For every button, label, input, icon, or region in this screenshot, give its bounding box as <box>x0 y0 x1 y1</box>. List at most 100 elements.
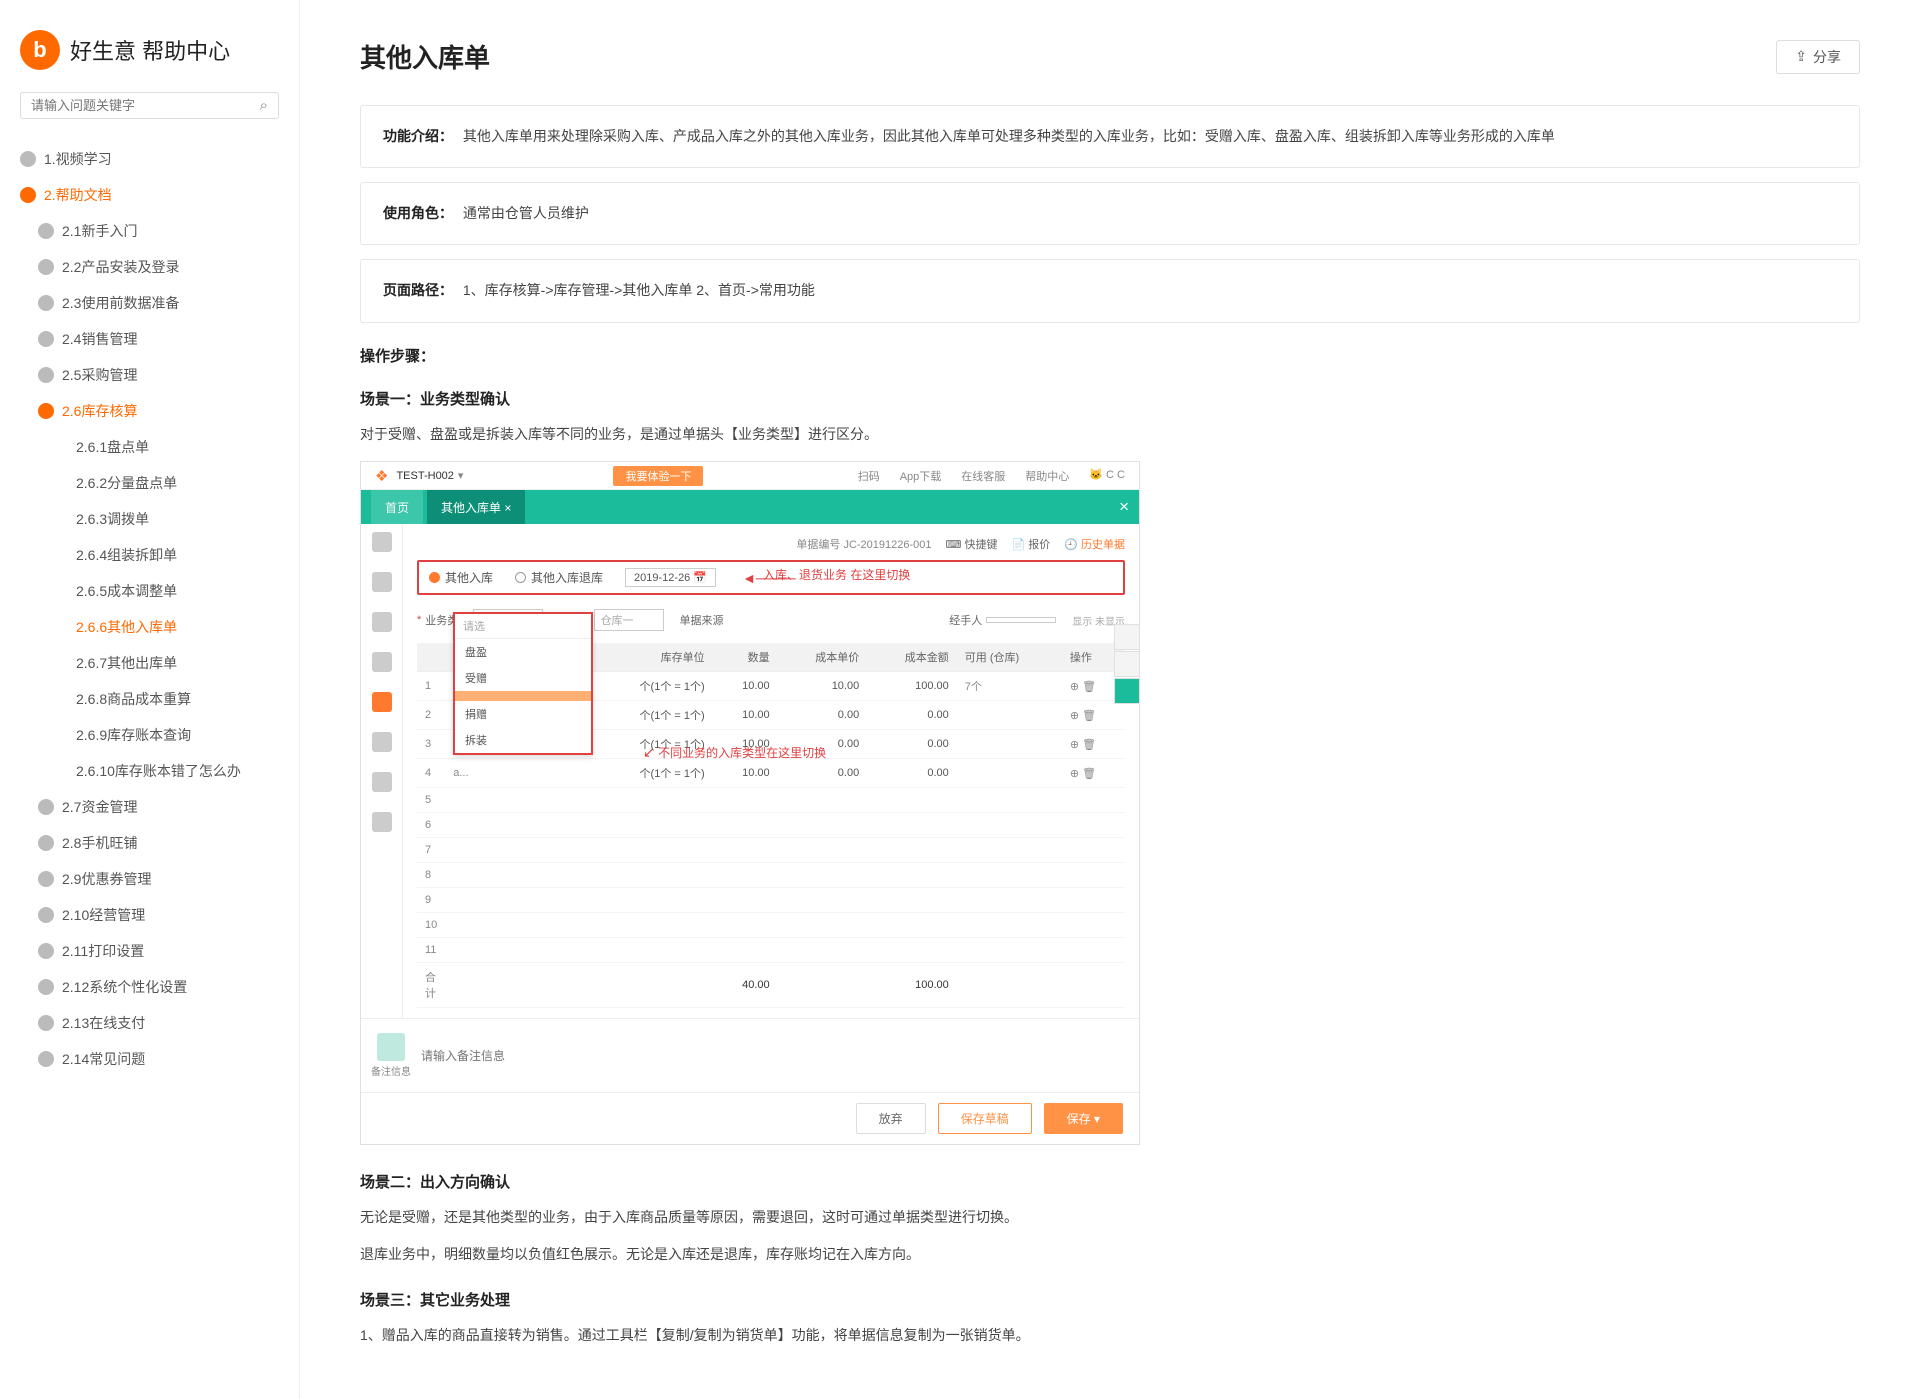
steps-heading: 操作步骤： <box>360 345 1860 366</box>
fig-discard-button[interactable]: 放弃 <box>856 1103 926 1134</box>
fig-logo-icon: ❖ <box>375 467 388 485</box>
logo[interactable]: b 好生意 帮助中心 <box>20 30 279 70</box>
dd-head: 请选 <box>455 614 591 639</box>
fig-trial-button[interactable]: 我要体验一下 <box>613 466 703 486</box>
float-icon-3[interactable] <box>1114 678 1140 704</box>
table-row[interactable]: 10 <box>417 913 1125 938</box>
plus-icon <box>38 943 54 959</box>
nav-2-2[interactable]: 2.2产品安装及登录 <box>20 249 279 285</box>
fig-tab-current[interactable]: 其他入库单 × <box>427 490 525 525</box>
rail-icon-active[interactable] <box>372 692 392 712</box>
rail-icon-8[interactable] <box>372 812 392 832</box>
nav-2-4[interactable]: 2.4销售管理 <box>20 321 279 357</box>
nav-2-6-2[interactable]: 2.6.2分量盘点单 <box>20 465 279 501</box>
search-input[interactable] <box>31 98 260 113</box>
rail-icon-4[interactable] <box>372 652 392 672</box>
fig-note-input[interactable] <box>421 1049 1129 1063</box>
fig-person-select[interactable] <box>986 617 1056 623</box>
nav-2-8[interactable]: 2.8手机旺铺 <box>20 825 279 861</box>
scene3-heading: 场景三：其它业务处理 <box>360 1289 1860 1310</box>
fig-top-help[interactable]: 帮助中心 <box>1025 468 1069 484</box>
plus-icon <box>38 979 54 995</box>
table-row[interactable]: 5 <box>417 788 1125 813</box>
search-icon[interactable]: ⌕ <box>260 97 268 114</box>
nav-2-7[interactable]: 2.7资金管理 <box>20 789 279 825</box>
nav-2-6-8[interactable]: 2.6.8商品成本重算 <box>20 681 279 717</box>
minus-icon <box>38 403 54 419</box>
fig-tab-home[interactable]: 首页 <box>371 490 423 525</box>
nav-2-6-4[interactable]: 2.6.4组装拆卸单 <box>20 537 279 573</box>
table-row[interactable]: 11 <box>417 938 1125 963</box>
dd-opt-5[interactable]: 拆装 <box>455 727 591 753</box>
nav-helpdocs[interactable]: 2.帮助文档 <box>20 177 279 213</box>
fig-shortcut-link[interactable]: ⌨ 快捷键 <box>946 536 998 552</box>
scene1-text: 对于受赠、盘盈或是拆装入库等不同的业务，是通过单据头【业务类型】进行区分。 <box>360 421 1860 448</box>
dd-opt-3[interactable] <box>455 691 591 701</box>
dd-opt-4[interactable]: 捐赠 <box>455 701 591 727</box>
note-icon <box>377 1033 405 1061</box>
nav-2-6[interactable]: 2.6库存核算 <box>20 393 279 429</box>
nav-2-6-3[interactable]: 2.6.3调拨单 <box>20 501 279 537</box>
fig-draft-button[interactable]: 保存草稿 <box>938 1103 1032 1134</box>
table-row[interactable]: 4a...个(1个 = 1个)10.000.000.00⊕ 🗑 <box>417 759 1125 788</box>
rail-icon-3[interactable] <box>372 612 392 632</box>
plus-icon <box>38 1051 54 1067</box>
float-icon-1[interactable] <box>1114 624 1140 650</box>
nav-2-6-9[interactable]: 2.6.9库存账本查询 <box>20 717 279 753</box>
fig-top-scan[interactable]: 扫码 <box>858 468 880 484</box>
nav-2-6-1[interactable]: 2.6.1盘点单 <box>20 429 279 465</box>
rail-icon-2[interactable] <box>372 572 392 592</box>
sidebar: b 好生意 帮助中心 ⌕ 1.视频学习 2.帮助文档 2.1新手入门 2.2产品… <box>0 0 300 1399</box>
nav-videos[interactable]: 1.视频学习 <box>20 141 279 177</box>
path-label: 页面路径： <box>383 282 453 298</box>
fig-store-select[interactable]: 仓库一 <box>594 609 664 631</box>
nav-2-11[interactable]: 2.11打印设置 <box>20 933 279 969</box>
nav-2-12[interactable]: 2.12系统个性化设置 <box>20 969 279 1005</box>
fig-dropdown-icon: ▾ <box>458 469 464 482</box>
fig-date-input[interactable]: 2019-12-26 📅 <box>625 568 716 587</box>
rail-icon-7[interactable] <box>372 772 392 792</box>
plus-icon <box>38 331 54 347</box>
fig-radio-in[interactable]: 其他入库 <box>429 569 493 586</box>
nav-2-6-7[interactable]: 2.6.7其他出库单 <box>20 645 279 681</box>
dd-opt-1[interactable]: 盘盈 <box>455 639 591 665</box>
plus-icon <box>38 223 54 239</box>
table-row[interactable]: 9 <box>417 888 1125 913</box>
rail-icon-1[interactable] <box>372 532 392 552</box>
search-box[interactable]: ⌕ <box>20 92 279 119</box>
nav-2-13[interactable]: 2.13在线支付 <box>20 1005 279 1041</box>
scene3-p1: 1、赠品入库的商品直接转为销售。通过工具栏【复制/复制为销货单】功能，将单据信息… <box>360 1322 1860 1349</box>
fig-account: TEST-H002 <box>396 470 453 482</box>
fig-close-icon[interactable]: × <box>1119 497 1129 517</box>
fig-quote-link[interactable]: 📄 报价 <box>1011 536 1050 552</box>
nav-2-6-10[interactable]: 2.6.10库存账本错了怎么办 <box>20 753 279 789</box>
nav-2-5[interactable]: 2.5采购管理 <box>20 357 279 393</box>
scene1-heading: 场景一：业务类型确认 <box>360 388 1860 409</box>
nav-2-10[interactable]: 2.10经营管理 <box>20 897 279 933</box>
rail-icon-6[interactable] <box>372 732 392 752</box>
share-button[interactable]: ⇪ 分享 <box>1776 40 1860 74</box>
nav-2-14[interactable]: 2.14常见问题 <box>20 1041 279 1077</box>
site-title: 好生意 帮助中心 <box>70 34 230 66</box>
page-title: 其他入库单 <box>360 38 490 75</box>
fig-biztype-dropdown: 请选 盘盈 受赠 捐赠 拆装 <box>453 612 593 755</box>
table-row[interactable]: 8 <box>417 863 1125 888</box>
nav-2-3[interactable]: 2.3使用前数据准备 <box>20 285 279 321</box>
nav-2-9[interactable]: 2.9优惠券管理 <box>20 861 279 897</box>
logo-icon: b <box>20 30 60 70</box>
fig-radio-return[interactable]: 其他入库退库 <box>515 569 603 586</box>
intro-text: 其他入库单用来处理除采购入库、产成品入库之外的其他入库业务，因此其他入库单可处理… <box>463 128 1555 144</box>
float-icon-2[interactable] <box>1114 651 1140 677</box>
nav-2-1[interactable]: 2.1新手入门 <box>20 213 279 249</box>
nav-2-6-5[interactable]: 2.6.5成本调整单 <box>20 573 279 609</box>
dd-opt-2[interactable]: 受赠 <box>455 665 591 691</box>
table-row[interactable]: 7 <box>417 838 1125 863</box>
fig-save-button[interactable]: 保存 ▾ <box>1044 1103 1123 1134</box>
nav-2-6-6-current[interactable]: 2.6.6其他入库单 <box>20 609 279 645</box>
table-row[interactable]: 6 <box>417 813 1125 838</box>
role-text: 通常由仓管人员维护 <box>463 205 589 221</box>
fig-top-chat[interactable]: 在线客服 <box>961 468 1005 484</box>
fig-history-link[interactable]: 🕘 历史单据 <box>1064 536 1125 552</box>
fig-top-avatar[interactable]: 🐱 C C <box>1089 468 1125 484</box>
fig-top-app[interactable]: App下载 <box>900 468 942 484</box>
